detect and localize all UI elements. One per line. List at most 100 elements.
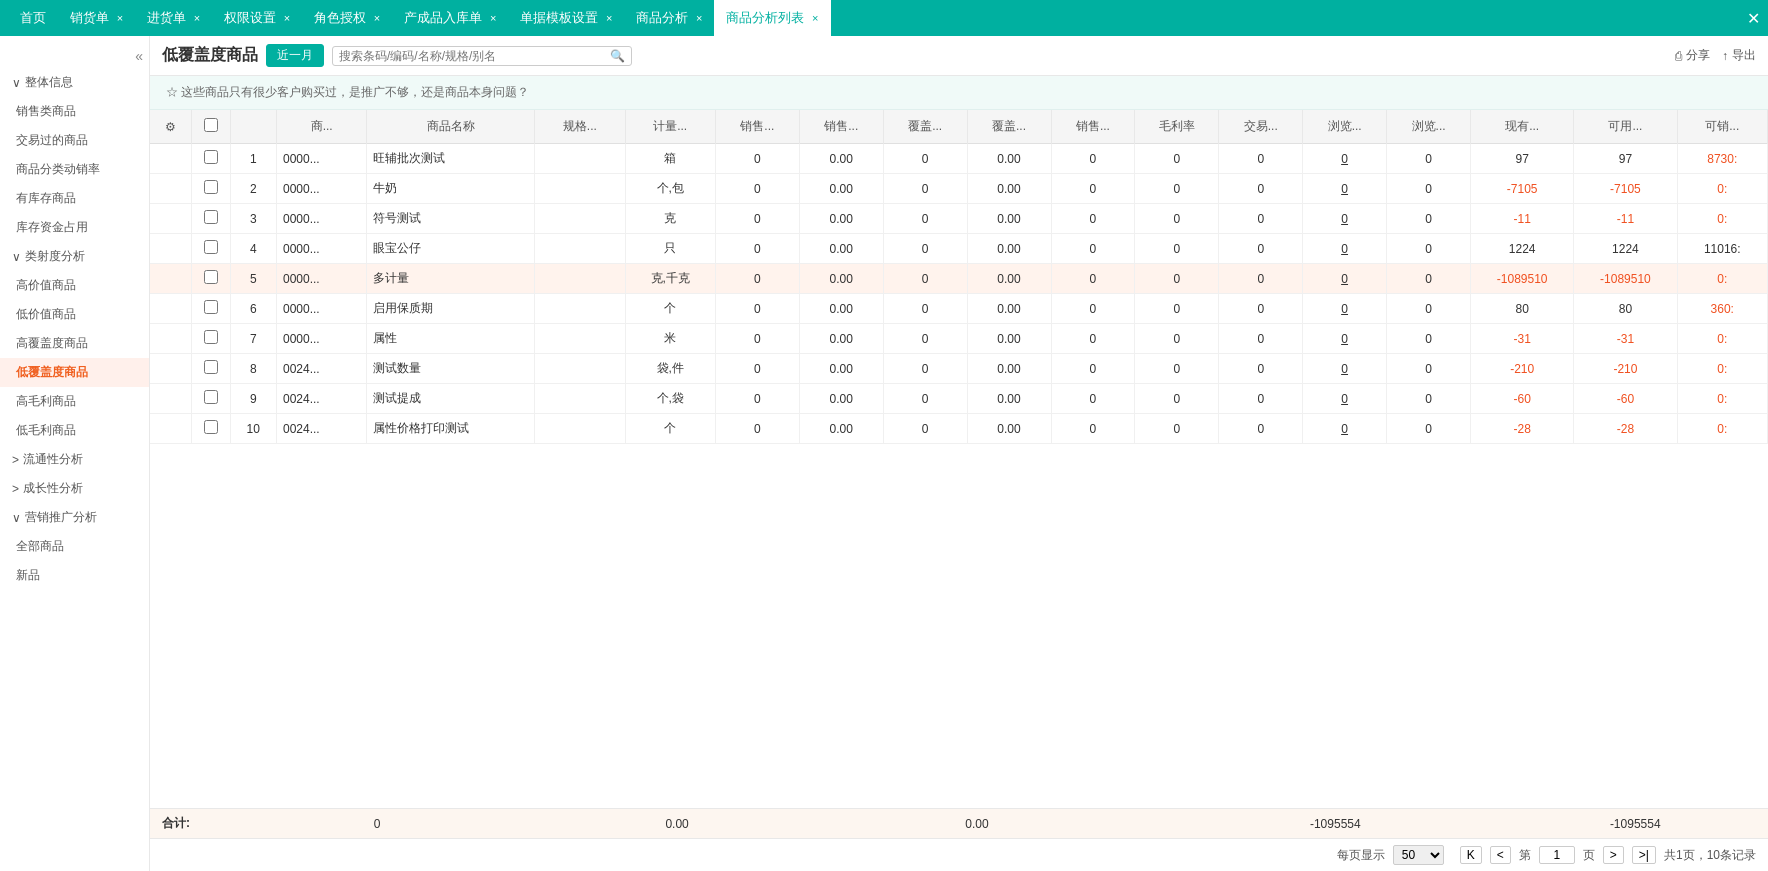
table-container[interactable]: ⚙ 商... 商品名称 规格... 计量... 销售... 销售... 覆盖..…: [150, 110, 1768, 808]
sidebar-item-new-goods[interactable]: 新品: [0, 561, 149, 590]
search-input[interactable]: [339, 49, 610, 63]
td-checkbox[interactable]: [191, 324, 230, 354]
td-browse1[interactable]: 0: [1303, 204, 1387, 234]
row-checkbox[interactable]: [204, 390, 218, 404]
td-checkbox[interactable]: [191, 144, 230, 174]
filter-recent-month-btn[interactable]: 近一月: [266, 44, 324, 67]
close-warehouse-icon[interactable]: ×: [490, 12, 496, 24]
th-sales-amt[interactable]: 销售...: [799, 110, 883, 144]
th-gross-rate[interactable]: 毛利率: [1135, 110, 1219, 144]
sidebar-section-overall[interactable]: ∨ 整体信息: [0, 68, 149, 97]
td-browse1[interactable]: 0: [1303, 174, 1387, 204]
th-cover1[interactable]: 覆盖...: [883, 110, 967, 144]
row-checkbox[interactable]: [204, 420, 218, 434]
gear-icon[interactable]: ⚙: [165, 120, 176, 134]
nav-tab-template[interactable]: 单据模板设置 ×: [508, 0, 624, 36]
nav-tab-analysis[interactable]: 商品分析 ×: [624, 0, 714, 36]
td-checkbox[interactable]: [191, 354, 230, 384]
th-available[interactable]: 可用...: [1574, 110, 1677, 144]
td-checkbox[interactable]: [191, 294, 230, 324]
sidebar-section-liquidity[interactable]: > 流通性分析: [0, 445, 149, 474]
sidebar-section-growth[interactable]: > 成长性分析: [0, 474, 149, 503]
td-checkbox[interactable]: [191, 384, 230, 414]
nav-tab-permissions[interactable]: 权限设置 ×: [212, 0, 302, 36]
last-page-btn[interactable]: >|: [1632, 846, 1656, 864]
th-current[interactable]: 现有...: [1471, 110, 1574, 144]
sidebar-item-high-margin[interactable]: 高毛利商品: [0, 387, 149, 416]
th-sellable[interactable]: 可销...: [1677, 110, 1767, 144]
close-permissions-icon[interactable]: ×: [284, 12, 290, 24]
th-sales-qty[interactable]: 销售...: [715, 110, 799, 144]
td-checkbox[interactable]: [191, 174, 230, 204]
sidebar-item-low-value[interactable]: 低价值商品: [0, 300, 149, 329]
sidebar-item-traded-goods[interactable]: 交易过的商品: [0, 126, 149, 155]
sidebar-item-low-coverage[interactable]: 低覆盖度商品: [0, 358, 149, 387]
th-sales3[interactable]: 销售...: [1051, 110, 1135, 144]
nav-tab-home[interactable]: 首页: [8, 0, 58, 36]
sidebar-item-capital[interactable]: 库存资金占用: [0, 213, 149, 242]
th-code[interactable]: 商...: [276, 110, 366, 144]
th-trade[interactable]: 交易...: [1219, 110, 1303, 144]
close-purchase-icon[interactable]: ×: [194, 12, 200, 24]
td-browse1[interactable]: 0: [1303, 264, 1387, 294]
export-btn[interactable]: ↑ 导出: [1722, 47, 1756, 64]
td-browse1[interactable]: 0: [1303, 234, 1387, 264]
td-checkbox[interactable]: [191, 234, 230, 264]
th-browse2[interactable]: 浏览...: [1387, 110, 1471, 144]
th-checkbox[interactable]: [191, 110, 230, 144]
close-sales-icon[interactable]: ×: [117, 12, 123, 24]
th-spec[interactable]: 规格...: [535, 110, 625, 144]
close-template-icon[interactable]: ×: [606, 12, 612, 24]
th-gear[interactable]: ⚙: [150, 110, 191, 144]
th-browse1[interactable]: 浏览...: [1303, 110, 1387, 144]
row-checkbox[interactable]: [204, 360, 218, 374]
row-checkbox[interactable]: [204, 150, 218, 164]
next-page-btn[interactable]: >: [1603, 846, 1624, 864]
th-num[interactable]: [230, 110, 276, 144]
th-name[interactable]: 商品名称: [367, 110, 535, 144]
nav-tab-purchase[interactable]: 进货单 ×: [135, 0, 212, 36]
window-close-btn[interactable]: ✕: [1747, 9, 1760, 28]
td-browse1[interactable]: 0: [1303, 324, 1387, 354]
sidebar-item-category-rate[interactable]: 商品分类动销率: [0, 155, 149, 184]
td-checkbox[interactable]: [191, 414, 230, 444]
sidebar-section-category-analysis[interactable]: ∨ 类射度分析: [0, 242, 149, 271]
page-number-input[interactable]: [1539, 846, 1575, 864]
sidebar-item-sales-goods[interactable]: 销售类商品: [0, 97, 149, 126]
page-size-select[interactable]: 50 20 100: [1393, 845, 1444, 865]
share-btn[interactable]: ⎙ 分享: [1675, 47, 1710, 64]
nav-tab-warehouse[interactable]: 产成品入库单 ×: [392, 0, 508, 36]
sidebar-item-low-margin[interactable]: 低毛利商品: [0, 416, 149, 445]
row-checkbox[interactable]: [204, 210, 218, 224]
close-analysis-list-icon[interactable]: ×: [812, 12, 818, 24]
td-checkbox[interactable]: [191, 204, 230, 234]
td-browse1[interactable]: 0: [1303, 414, 1387, 444]
td-browse1[interactable]: 0: [1303, 294, 1387, 324]
nav-tab-roles[interactable]: 角色授权 ×: [302, 0, 392, 36]
td-browse1[interactable]: 0: [1303, 144, 1387, 174]
sidebar-item-high-coverage[interactable]: 高覆盖度商品: [0, 329, 149, 358]
sidebar-section-marketing[interactable]: ∨ 营销推广分析: [0, 503, 149, 532]
td-browse1[interactable]: 0: [1303, 354, 1387, 384]
sidebar-item-all-goods[interactable]: 全部商品: [0, 532, 149, 561]
search-icon[interactable]: 🔍: [610, 49, 625, 63]
td-browse1[interactable]: 0: [1303, 384, 1387, 414]
nav-tab-sales[interactable]: 销货单 ×: [58, 0, 135, 36]
first-page-btn[interactable]: K: [1460, 846, 1482, 864]
prev-page-btn[interactable]: <: [1490, 846, 1511, 864]
close-analysis-icon[interactable]: ×: [696, 12, 702, 24]
nav-tab-analysis-list[interactable]: 商品分析列表 ×: [714, 0, 830, 36]
row-checkbox[interactable]: [204, 270, 218, 284]
row-checkbox[interactable]: [204, 180, 218, 194]
th-unit[interactable]: 计量...: [625, 110, 715, 144]
sidebar-collapse-btn[interactable]: «: [0, 44, 149, 68]
sidebar-item-in-stock[interactable]: 有库存商品: [0, 184, 149, 213]
row-checkbox[interactable]: [204, 330, 218, 344]
sidebar-item-high-value[interactable]: 高价值商品: [0, 271, 149, 300]
select-all-checkbox[interactable]: [204, 118, 218, 132]
row-checkbox[interactable]: [204, 240, 218, 254]
th-cover2[interactable]: 覆盖...: [967, 110, 1051, 144]
close-roles-icon[interactable]: ×: [374, 12, 380, 24]
row-checkbox[interactable]: [204, 300, 218, 314]
td-checkbox[interactable]: [191, 264, 230, 294]
